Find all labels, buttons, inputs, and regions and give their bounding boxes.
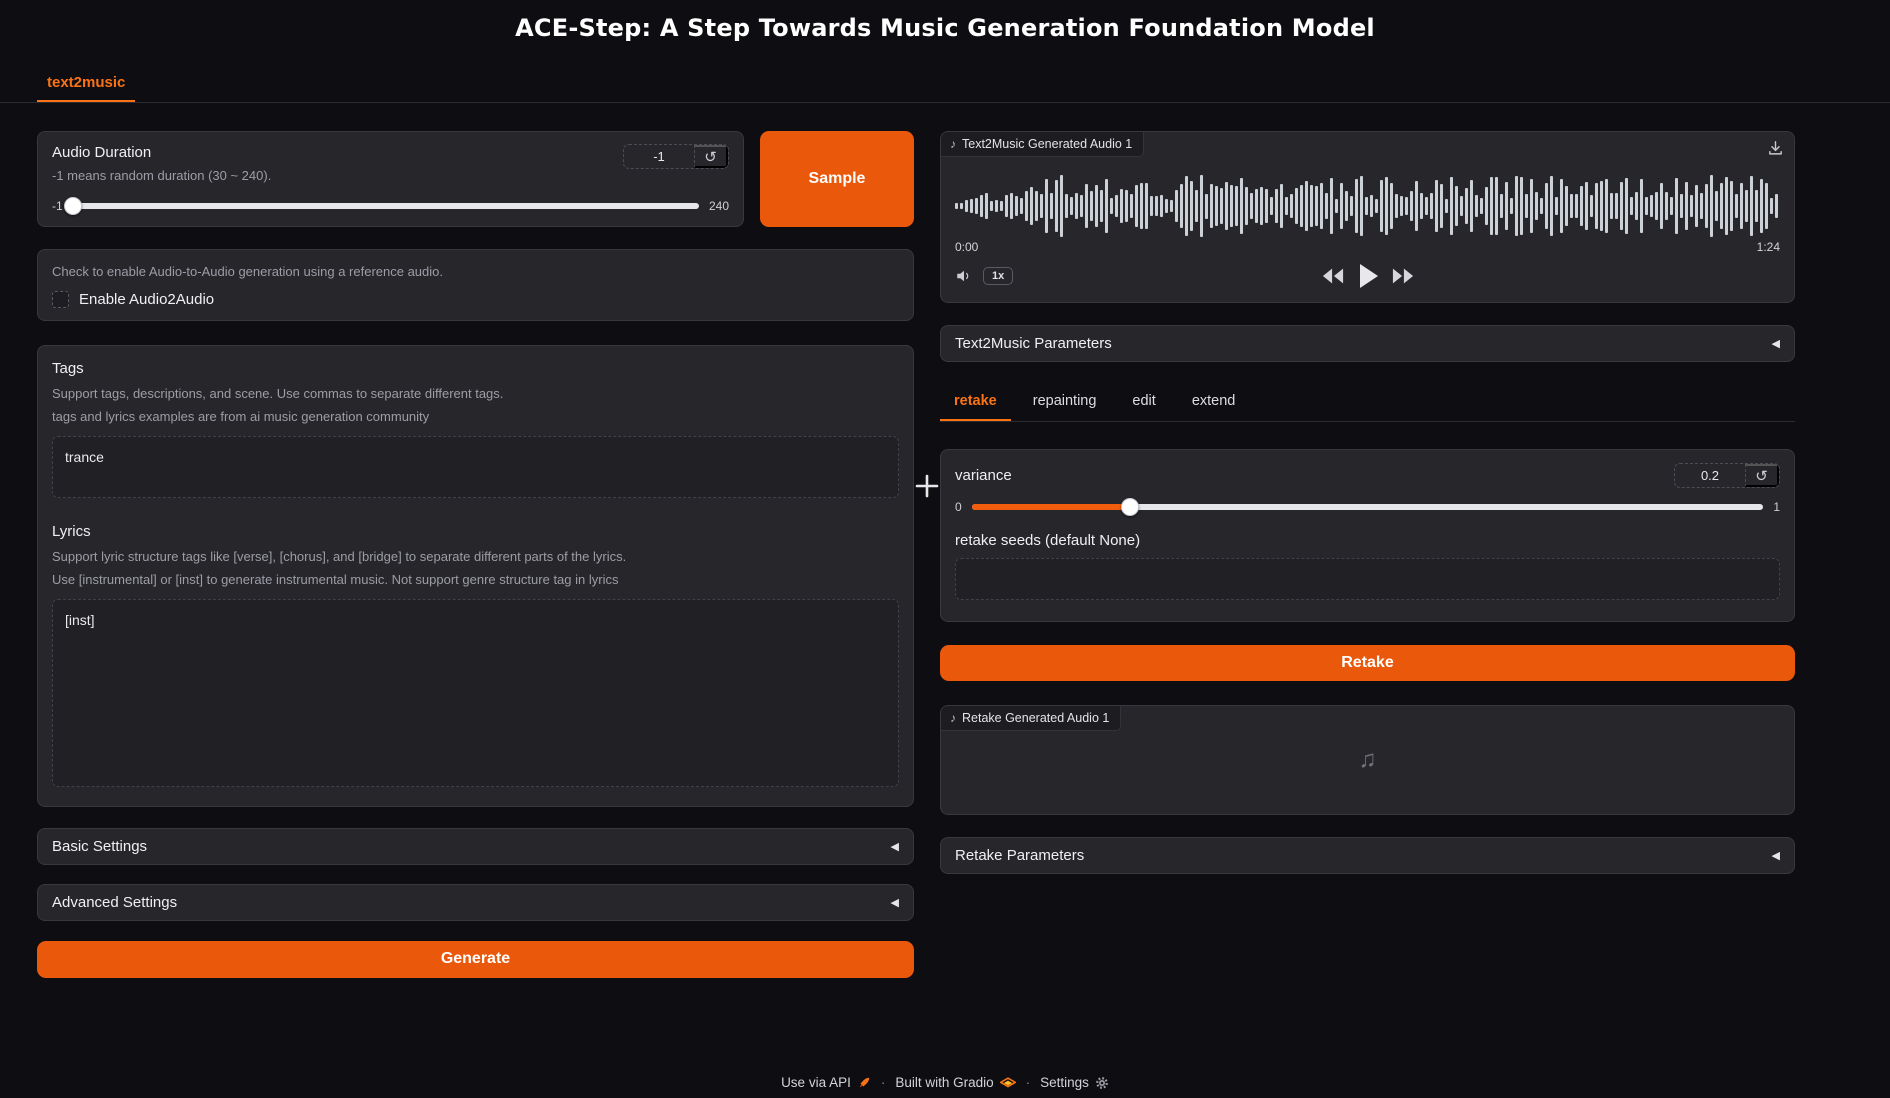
retake-audio-label: Retake Generated Audio 1: [962, 711, 1110, 725]
variance-number-group: ↺: [1674, 463, 1780, 488]
variance-slider[interactable]: [971, 498, 1764, 516]
retake-tabbar: retake repainting edit extend: [940, 386, 1795, 422]
lyrics-info-2: Use [instrumental] or [inst] to generate…: [52, 572, 619, 587]
tab-edit[interactable]: edit: [1118, 386, 1169, 421]
tags-info-2: tags and lyrics examples are from ai mus…: [52, 409, 430, 424]
advanced-settings-accordion[interactable]: Advanced Settings ◀: [37, 883, 914, 921]
audio-duration-number-input[interactable]: [624, 145, 694, 168]
text2music-audio-label: Text2Music Generated Audio 1: [962, 137, 1133, 151]
audio2audio-checkbox-label: Enable Audio2Audio: [79, 290, 215, 308]
player-current-time: 0:00: [955, 240, 979, 254]
tab-extend[interactable]: extend: [1178, 386, 1250, 421]
gear-icon: [1096, 1076, 1108, 1089]
text2music-parameters-collapse-icon: ◀: [1771, 338, 1780, 350]
audio2audio-checkbox-row[interactable]: Enable Audio2Audio: [52, 290, 899, 308]
lyrics-input[interactable]: [inst]: [52, 598, 899, 787]
retake-parameters-accordion[interactable]: Retake Parameters ◀: [940, 837, 1795, 874]
right-column: ♪ Text2Music Generated Audio 1 0:00 1:24: [940, 131, 1795, 874]
tab-repainting[interactable]: repainting: [1019, 386, 1111, 421]
variance-max-label: 1: [1773, 500, 1780, 514]
retake-button[interactable]: Retake: [940, 645, 1795, 681]
variance-label: variance: [955, 467, 1012, 484]
advanced-settings-label: Advanced Settings: [52, 893, 178, 911]
audio-duration-info: -1 means random duration (30 ~ 240).: [52, 168, 272, 183]
sample-button[interactable]: Sample: [760, 131, 914, 227]
footer: Use via API · Built with Gradio · Settin…: [0, 1075, 1890, 1090]
tab-text2music[interactable]: text2music: [37, 68, 136, 102]
waveform[interactable]: [955, 174, 1780, 238]
main-tabbar: text2music: [0, 68, 1890, 103]
retake-audio-player: ♪ Retake Generated Audio 1 ♫: [940, 705, 1795, 815]
audio-duration-number-group: ↺: [623, 144, 729, 169]
fast-forward-icon[interactable]: [1392, 268, 1414, 284]
audio2audio-panel: Check to enable Audio-to-Audio generatio…: [37, 249, 914, 321]
built-with-gradio-label: Built with Gradio: [895, 1075, 994, 1090]
footer-separator: ·: [1025, 1075, 1031, 1090]
empty-audio-note-icon: ♫: [1358, 746, 1377, 773]
rocket-icon: [859, 1077, 870, 1087]
audio-duration-slider[interactable]: [63, 196, 699, 215]
use-via-api-label: Use via API: [781, 1075, 851, 1090]
audio2audio-checkbox[interactable]: [52, 290, 69, 308]
variance-reset-button[interactable]: ↺: [1745, 464, 1779, 487]
text2music-audio-chip: ♪ Text2Music Generated Audio 1: [941, 132, 1145, 157]
audio-duration-label: Audio Duration: [52, 144, 152, 161]
audio-duration-min-label: -1: [52, 198, 63, 213]
generate-button[interactable]: Generate: [37, 940, 914, 978]
rewind-icon[interactable]: [1322, 268, 1344, 284]
text2music-parameters-accordion[interactable]: Text2Music Parameters ◀: [940, 325, 1795, 362]
audio-duration-reset-button[interactable]: ↺: [694, 145, 728, 168]
music-note-icon: ♪: [950, 137, 956, 151]
retake-seeds-input[interactable]: [955, 558, 1780, 600]
tags-lyrics-panel: Tags Support tags, descriptions, and sce…: [37, 344, 914, 807]
settings-label: Settings: [1040, 1075, 1089, 1090]
retake-parameters-label: Retake Parameters: [955, 847, 1085, 864]
text2music-parameters-label: Text2Music Parameters: [955, 335, 1112, 352]
retake-parameters-collapse-icon: ◀: [1771, 850, 1780, 862]
lyrics-label: Lyrics: [52, 522, 91, 540]
settings-link[interactable]: Settings: [1040, 1075, 1109, 1090]
audio-duration-panel: Audio Duration -1 means random duration …: [37, 131, 744, 227]
variance-panel: variance ↺ 0 1 retake seeds (default Non…: [940, 449, 1795, 622]
lyrics-info-1: Support lyric structure tags like [verse…: [52, 548, 627, 564]
left-column: Audio Duration -1 means random duration …: [37, 131, 914, 978]
variance-min-label: 0: [955, 500, 962, 514]
basic-settings-label: Basic Settings: [52, 837, 148, 855]
footer-separator: ·: [880, 1075, 886, 1090]
advanced-settings-collapse-icon: ◀: [890, 896, 899, 909]
tab-retake[interactable]: retake: [940, 386, 1011, 421]
audio-duration-max-label: 240: [708, 198, 729, 213]
play-icon[interactable]: [1358, 264, 1378, 288]
music-note-icon: ♪: [950, 711, 956, 725]
audio2audio-info: Check to enable Audio-to-Audio generatio…: [52, 264, 443, 279]
basic-settings-collapse-icon: ◀: [890, 840, 899, 853]
tags-label: Tags: [52, 359, 84, 377]
playback-speed-button[interactable]: 1x: [983, 267, 1014, 285]
built-with-gradio-link[interactable]: Built with Gradio: [895, 1075, 1016, 1090]
tags-input[interactable]: trance: [52, 435, 899, 498]
gradio-logo-icon: [999, 1076, 1016, 1087]
audio-duration-slider-handle[interactable]: [63, 196, 82, 215]
download-icon[interactable]: [1767, 139, 1784, 161]
volume-icon[interactable]: [955, 267, 973, 285]
variance-number-input[interactable]: [1675, 464, 1745, 487]
text2music-audio-player: ♪ Text2Music Generated Audio 1 0:00 1:24: [940, 131, 1795, 303]
player-duration: 1:24: [1756, 240, 1780, 254]
tags-info-1: Support tags, descriptions, and scene. U…: [52, 385, 504, 401]
retake-seeds-label: retake seeds (default None): [955, 532, 1141, 549]
retake-audio-chip: ♪ Retake Generated Audio 1: [941, 706, 1122, 731]
use-via-api-link[interactable]: Use via API: [781, 1075, 871, 1090]
page-title: ACE-Step: A Step Towards Music Generatio…: [515, 14, 1375, 42]
basic-settings-accordion[interactable]: Basic Settings ◀: [37, 827, 914, 865]
variance-slider-handle[interactable]: [1121, 498, 1139, 516]
